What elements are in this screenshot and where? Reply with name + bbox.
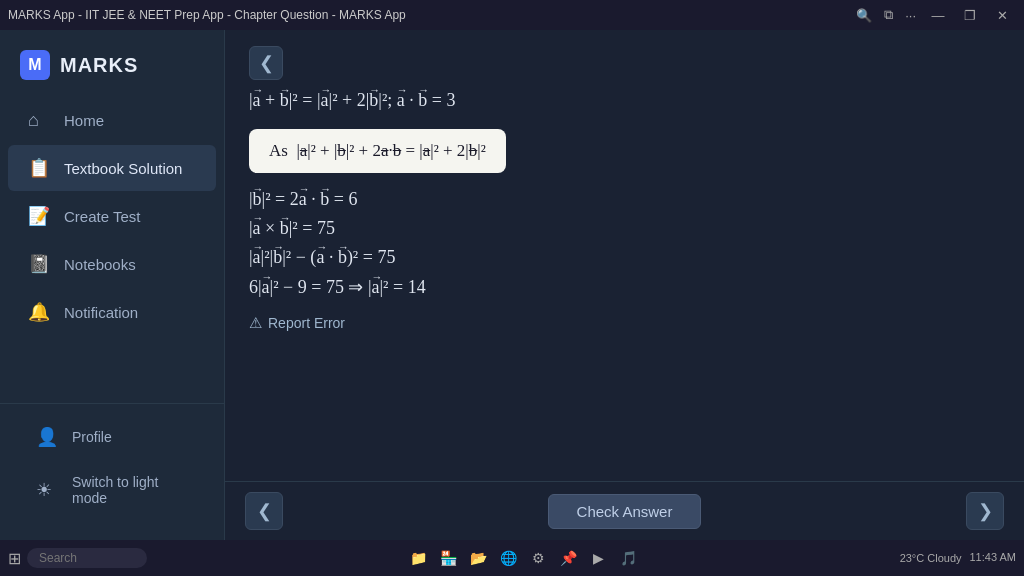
math-expr-3: |a→ × b→|² = 75 <box>249 218 335 239</box>
content-scroll[interactable]: ❮ |a→ + b→|² = |a→|² + 2|b→|²; a→ · b→ =… <box>225 30 1024 481</box>
math-expr-2: |b→|² = 2a→ · b→ = 6 <box>249 189 357 210</box>
sidebar-item-notification[interactable]: 🔔 Notification <box>8 289 216 335</box>
sidebar-label-notification: Notification <box>64 304 138 321</box>
light-mode-icon: ☀ <box>36 479 58 501</box>
taskbar-icon-7[interactable]: ▶ <box>585 545 611 571</box>
home-icon: ⌂ <box>28 110 50 131</box>
notification-icon: 🔔 <box>28 301 50 323</box>
sidebar-label-textbook: Textbook Solution <box>64 160 182 177</box>
profile-icon: 👤 <box>36 426 58 448</box>
notebooks-icon: 📓 <box>28 253 50 275</box>
multi-icon[interactable]: ⧉ <box>880 5 897 25</box>
maximize-button[interactable]: ❐ <box>956 1 984 29</box>
sidebar-label-light-mode: Switch to light mode <box>72 474 188 506</box>
content-area: ❮ |a→ + b→|² = |a→|² + 2|b→|²; a→ · b→ =… <box>225 30 1024 540</box>
check-answer-button[interactable]: Check Answer <box>548 494 702 529</box>
sidebar-label-create-test: Create Test <box>64 208 140 225</box>
taskbar-search[interactable] <box>27 548 147 568</box>
more-icon[interactable]: ··· <box>901 6 920 25</box>
taskbar-icons: 📁 🏪 📂 🌐 ⚙ 📌 ▶ 🎵 <box>405 545 641 571</box>
math-line-3: |a→ × b→|² = 75 <box>249 218 1000 239</box>
app-body: M MARKS ⌂ Home 📋 Textbook Solution 📝 Cre… <box>0 30 1024 540</box>
taskbar: ⊞ 📁 🏪 📂 🌐 ⚙ 📌 ▶ 🎵 23°C Cloudy 11:43 AM <box>0 540 1024 576</box>
sidebar-label-home: Home <box>64 112 104 129</box>
report-error-label: Report Error <box>268 315 345 331</box>
logo-text: MARKS <box>60 54 138 77</box>
app-title: MARKS App - IIT JEE & NEET Prep App - Ch… <box>8 8 406 22</box>
sidebar-item-profile[interactable]: 👤 Profile <box>16 414 208 460</box>
close-button[interactable]: ✕ <box>988 1 1016 29</box>
warning-icon: ⚠ <box>249 314 262 332</box>
taskbar-time: 11:43 AM <box>970 550 1016 565</box>
minimize-button[interactable]: — <box>924 1 952 29</box>
sidebar: M MARKS ⌂ Home 📋 Textbook Solution 📝 Cre… <box>0 30 225 540</box>
math-expr-5: 6|a→|² − 9 = 75 ⇒ |a→|² = 14 <box>249 276 426 298</box>
prev-arrow-icon: ❮ <box>257 500 272 522</box>
sidebar-item-home[interactable]: ⌂ Home <box>8 98 216 143</box>
create-test-icon: 📝 <box>28 205 50 227</box>
taskbar-icon-5[interactable]: ⚙ <box>525 545 551 571</box>
sidebar-label-profile: Profile <box>72 429 112 445</box>
math-line-5: 6|a→|² − 9 = 75 ⇒ |a→|² = 14 <box>249 276 1000 298</box>
taskbar-weather: 23°C Cloudy <box>900 552 962 564</box>
windows-icon[interactable]: ⊞ <box>8 549 21 568</box>
math-line-2: |b→|² = 2a→ · b→ = 6 <box>249 189 1000 210</box>
footer-nav: ❮ Check Answer ❯ <box>225 481 1024 540</box>
next-button[interactable]: ❯ <box>966 492 1004 530</box>
search-icon[interactable]: 🔍 <box>852 6 876 25</box>
sidebar-item-light-mode[interactable]: ☀ Switch to light mode <box>16 462 208 518</box>
math-line-1: |a→ + b→|² = |a→|² + 2|b→|²; a→ · b→ = 3 <box>249 90 1000 111</box>
taskbar-time-value: 11:43 AM <box>970 550 1016 565</box>
prev-button[interactable]: ❮ <box>245 492 283 530</box>
sidebar-label-notebooks: Notebooks <box>64 256 136 273</box>
math-line-4: |a→|²|b→|² − (a→ · b→)² = 75 <box>249 247 1000 268</box>
taskbar-icon-3[interactable]: 📂 <box>465 545 491 571</box>
math-expr-4: |a→|²|b→|² − (a→ · b→)² = 75 <box>249 247 395 268</box>
sidebar-bottom: 👤 Profile ☀ Switch to light mode <box>0 403 224 528</box>
math-expr-1: |a→ + b→|² = |a→|² + 2|b→|²; a→ · b→ = 3 <box>249 90 455 111</box>
highlight-box: As |a|² + |b|² + 2a·b = |a|² + 2|b|² <box>249 129 506 173</box>
taskbar-icon-2[interactable]: 🏪 <box>435 545 461 571</box>
sidebar-item-notebooks[interactable]: 📓 Notebooks <box>8 241 216 287</box>
sidebar-item-create-test[interactable]: 📝 Create Test <box>8 193 216 239</box>
taskbar-icon-8[interactable]: 🎵 <box>615 545 641 571</box>
textbook-icon: 📋 <box>28 157 50 179</box>
back-button[interactable]: ❮ <box>249 46 283 80</box>
sidebar-item-textbook[interactable]: 📋 Textbook Solution <box>8 145 216 191</box>
highlight-math: As |a|² + |b|² + 2a·b = |a|² + 2|b|² <box>269 141 486 160</box>
logo-icon: M <box>20 50 50 80</box>
next-arrow-icon: ❯ <box>978 500 993 522</box>
check-answer-label: Check Answer <box>577 503 673 520</box>
taskbar-icon-4[interactable]: 🌐 <box>495 545 521 571</box>
taskbar-icon-6[interactable]: 📌 <box>555 545 581 571</box>
title-bar: MARKS App - IIT JEE & NEET Prep App - Ch… <box>0 0 1024 30</box>
nav-items: ⌂ Home 📋 Textbook Solution 📝 Create Test… <box>0 96 224 403</box>
taskbar-icon-1[interactable]: 📁 <box>405 545 431 571</box>
logo-area: M MARKS <box>0 42 224 96</box>
report-error-button[interactable]: ⚠ Report Error <box>249 310 345 336</box>
